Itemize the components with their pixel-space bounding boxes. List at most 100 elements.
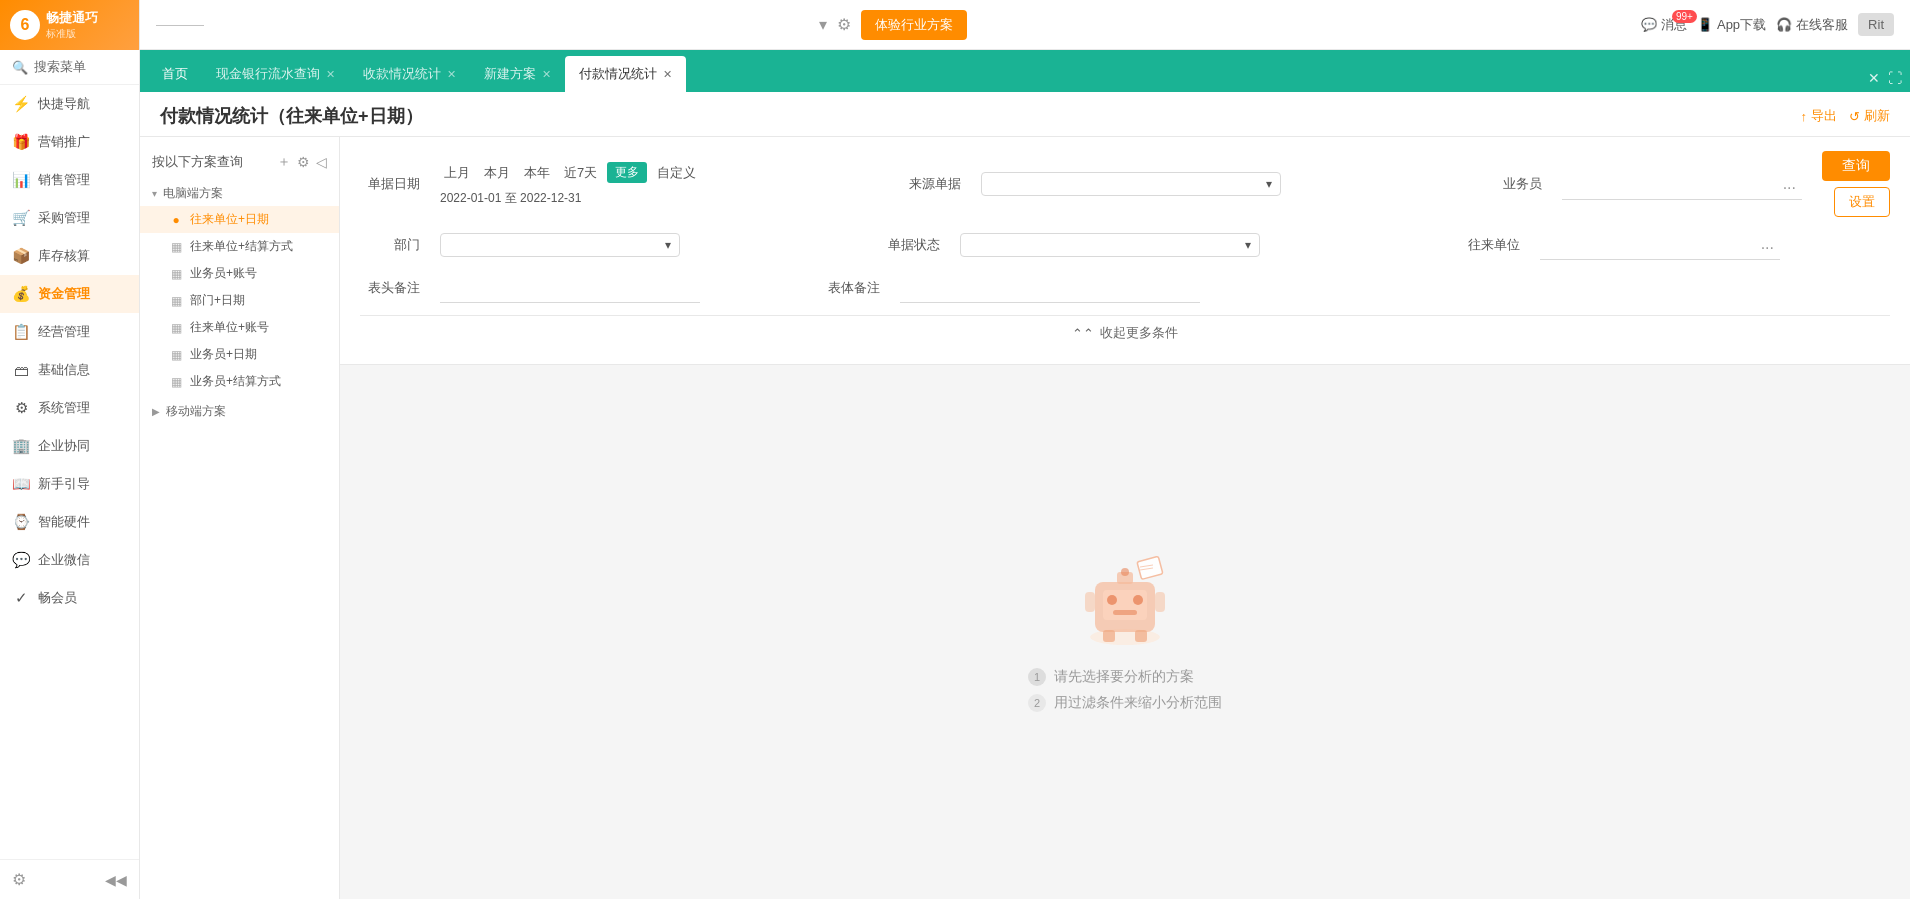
query-btn[interactable]: 查询 [1822, 151, 1890, 181]
scheme-item-staff-date[interactable]: ▦ 业务员+日期 [140, 341, 339, 368]
scheme-group-mobile-header[interactable]: ▶ 移动端方案 [140, 399, 339, 424]
sidebar: 6 畅捷通巧 标准版 🔍 搜索菜单 ⚡ 快捷导航 🎁 营销推广 📊 销售管理 🛒… [0, 0, 140, 899]
tab-payment-stats[interactable]: 付款情况统计 ✕ [565, 56, 686, 92]
sidebar-item-finance[interactable]: 💰 资金管理 [0, 275, 139, 313]
search-menu[interactable]: 🔍 搜索菜单 [0, 50, 139, 85]
salesperson-dots-btn[interactable]: ... [1777, 175, 1802, 193]
scheme-group-desktop-header[interactable]: ▾ 电脑端方案 [140, 181, 339, 206]
page-header: 付款情况统计（往来单位+日期） ↑ 导出 ↺ 刷新 [140, 92, 1910, 137]
collapse-label: 收起更多条件 [1100, 324, 1178, 342]
scheme-item-unit-settlement[interactable]: ▦ 往来单位+结算方式 [140, 233, 339, 260]
enterprise-icon: 🏢 [12, 437, 30, 455]
dept-select[interactable]: ▾ [440, 233, 680, 257]
dept-arrow-icon: ▾ [665, 238, 671, 252]
app-name: 畅捷通巧 [46, 9, 98, 27]
hint-text-1: 请先选择要分析的方案 [1054, 668, 1194, 686]
tab-payment-stats-close[interactable]: ✕ [663, 68, 672, 81]
tab-home[interactable]: 首页 [148, 56, 202, 92]
source-voucher-select[interactable]: ▾ [981, 172, 1281, 196]
svg-point-3 [1107, 595, 1117, 605]
minimize-btn[interactable]: ✕ [1868, 70, 1880, 86]
inventory-icon: 📦 [12, 247, 30, 265]
tab-receivables[interactable]: 收款情况统计 ✕ [349, 56, 470, 92]
scheme-label: 往来单位+日期 [190, 211, 327, 228]
source-voucher-label: 来源单据 [901, 175, 961, 193]
date-btn-this-year[interactable]: 本年 [520, 162, 554, 184]
tab-new-scheme[interactable]: 新建方案 ✕ [470, 56, 565, 92]
sidebar-item-label: 库存核算 [38, 247, 90, 265]
online-service-btn[interactable]: 🎧 在线客服 [1776, 16, 1848, 34]
salesperson-input[interactable] [1562, 173, 1762, 195]
sidebar-item-label: 智能硬件 [38, 513, 90, 531]
scheme-item-staff-account[interactable]: ▦ 业务员+账号 [140, 260, 339, 287]
related-unit-input[interactable] [1540, 233, 1740, 255]
table-body-notes-input[interactable] [900, 276, 1180, 298]
svg-rect-5 [1113, 610, 1137, 615]
select-arrow-icon: ▾ [1266, 177, 1272, 191]
sidebar-item-basics[interactable]: 🗃 基础信息 [0, 351, 139, 389]
collapse-more-btn[interactable]: ⌃⌃ 收起更多条件 [360, 315, 1890, 350]
user-avatar[interactable]: Rit [1858, 13, 1894, 36]
sidebar-item-beginner[interactable]: 📖 新手引导 [0, 465, 139, 503]
sidebar-item-inventory[interactable]: 📦 库存核算 [0, 237, 139, 275]
table-head-notes-input[interactable] [440, 276, 680, 298]
hint-badge-2: 2 [1028, 694, 1046, 712]
tab-cash-flow-close[interactable]: ✕ [326, 68, 335, 81]
sidebar-item-member[interactable]: ✓ 畅会员 [0, 579, 139, 617]
sidebar-item-smart-hardware[interactable]: ⌚ 智能硬件 [0, 503, 139, 541]
sidebar-item-label: 畅会员 [38, 589, 77, 607]
sidebar-item-purchase[interactable]: 🛒 采购管理 [0, 199, 139, 237]
topbar-dropdown-arrow[interactable]: ▾ [819, 15, 827, 34]
sidebar-item-label: 新手引导 [38, 475, 90, 493]
topbar-gear-icon[interactable]: ⚙ [837, 15, 851, 34]
date-btn-more[interactable]: 更多 [607, 162, 647, 183]
date-btn-last7days[interactable]: 近7天 [560, 162, 601, 184]
export-icon: ↑ [1801, 109, 1808, 124]
sidebar-item-operations[interactable]: 📋 经营管理 [0, 313, 139, 351]
message-btn[interactable]: 💬 消息 99+ [1641, 16, 1687, 34]
empty-illustration [1065, 552, 1185, 652]
date-btn-custom[interactable]: 自定义 [653, 162, 700, 184]
scheme-settings-btn[interactable]: ⚙ [297, 154, 310, 170]
scheme-item-dept-date[interactable]: ▦ 部门+日期 [140, 287, 339, 314]
scheme-label: 部门+日期 [190, 292, 327, 309]
scheme-item-staff-settlement[interactable]: ▦ 业务员+结算方式 [140, 368, 339, 395]
left-panel-title: 按以下方案查询 [152, 153, 243, 171]
tab-cash-flow[interactable]: 现金银行流水查询 ✕ [202, 56, 349, 92]
footer-settings-icon[interactable]: ⚙ [12, 870, 26, 889]
footer-collapse-icon[interactable]: ◀◀ [105, 872, 127, 888]
export-btn[interactable]: ↑ 导出 [1801, 107, 1838, 125]
scheme-item-unit-date[interactable]: ● 往来单位+日期 [140, 206, 339, 233]
sidebar-item-label: 资金管理 [38, 285, 90, 303]
basics-icon: 🗃 [12, 361, 30, 379]
sidebar-item-system[interactable]: ⚙ 系统管理 [0, 389, 139, 427]
add-scheme-btn[interactable]: ＋ [277, 153, 291, 171]
sidebar-item-quick-nav[interactable]: ⚡ 快捷导航 [0, 85, 139, 123]
sidebar-item-enterprise[interactable]: 🏢 企业协同 [0, 427, 139, 465]
settings-btn[interactable]: 设置 [1834, 187, 1890, 217]
left-panel-actions: ＋ ⚙ ◁ [277, 153, 327, 171]
panel-collapse-btn[interactable]: ◁ [316, 154, 327, 170]
topbar: ———— ▾ ⚙ 体验行业方案 💬 消息 99+ 📱 App下载 🎧 在线客服 … [140, 0, 1910, 50]
sidebar-item-sales[interactable]: 📊 销售管理 [0, 161, 139, 199]
sidebar-item-enterprise-wechat[interactable]: 💬 企业微信 [0, 541, 139, 579]
maximize-btn[interactable]: ⛶ [1888, 70, 1902, 86]
sidebar-item-marketing[interactable]: 🎁 营销推广 [0, 123, 139, 161]
related-unit-dots-btn[interactable]: ... [1755, 235, 1780, 253]
trial-btn[interactable]: 体验行业方案 [861, 10, 967, 40]
scheme-item-unit-account[interactable]: ▦ 往来单位+账号 [140, 314, 339, 341]
left-panel-header: 按以下方案查询 ＋ ⚙ ◁ [140, 147, 339, 177]
app-download-btn[interactable]: 📱 App下载 [1697, 16, 1766, 34]
scheme-icon: ▦ [168, 347, 184, 363]
sidebar-item-label: 基础信息 [38, 361, 90, 379]
date-btn-this-month[interactable]: 本月 [480, 162, 514, 184]
salesperson-label: 业务员 [1482, 175, 1542, 193]
scheme-label: 业务员+账号 [190, 265, 327, 282]
voucher-status-select[interactable]: ▾ [960, 233, 1260, 257]
refresh-btn[interactable]: ↺ 刷新 [1849, 107, 1890, 125]
sidebar-item-label: 企业微信 [38, 551, 90, 569]
tab-new-scheme-close[interactable]: ✕ [542, 68, 551, 81]
filter-row-3: 表头备注 表体备注 [360, 272, 1890, 303]
date-btn-last-month[interactable]: 上月 [440, 162, 474, 184]
tab-receivables-close[interactable]: ✕ [447, 68, 456, 81]
